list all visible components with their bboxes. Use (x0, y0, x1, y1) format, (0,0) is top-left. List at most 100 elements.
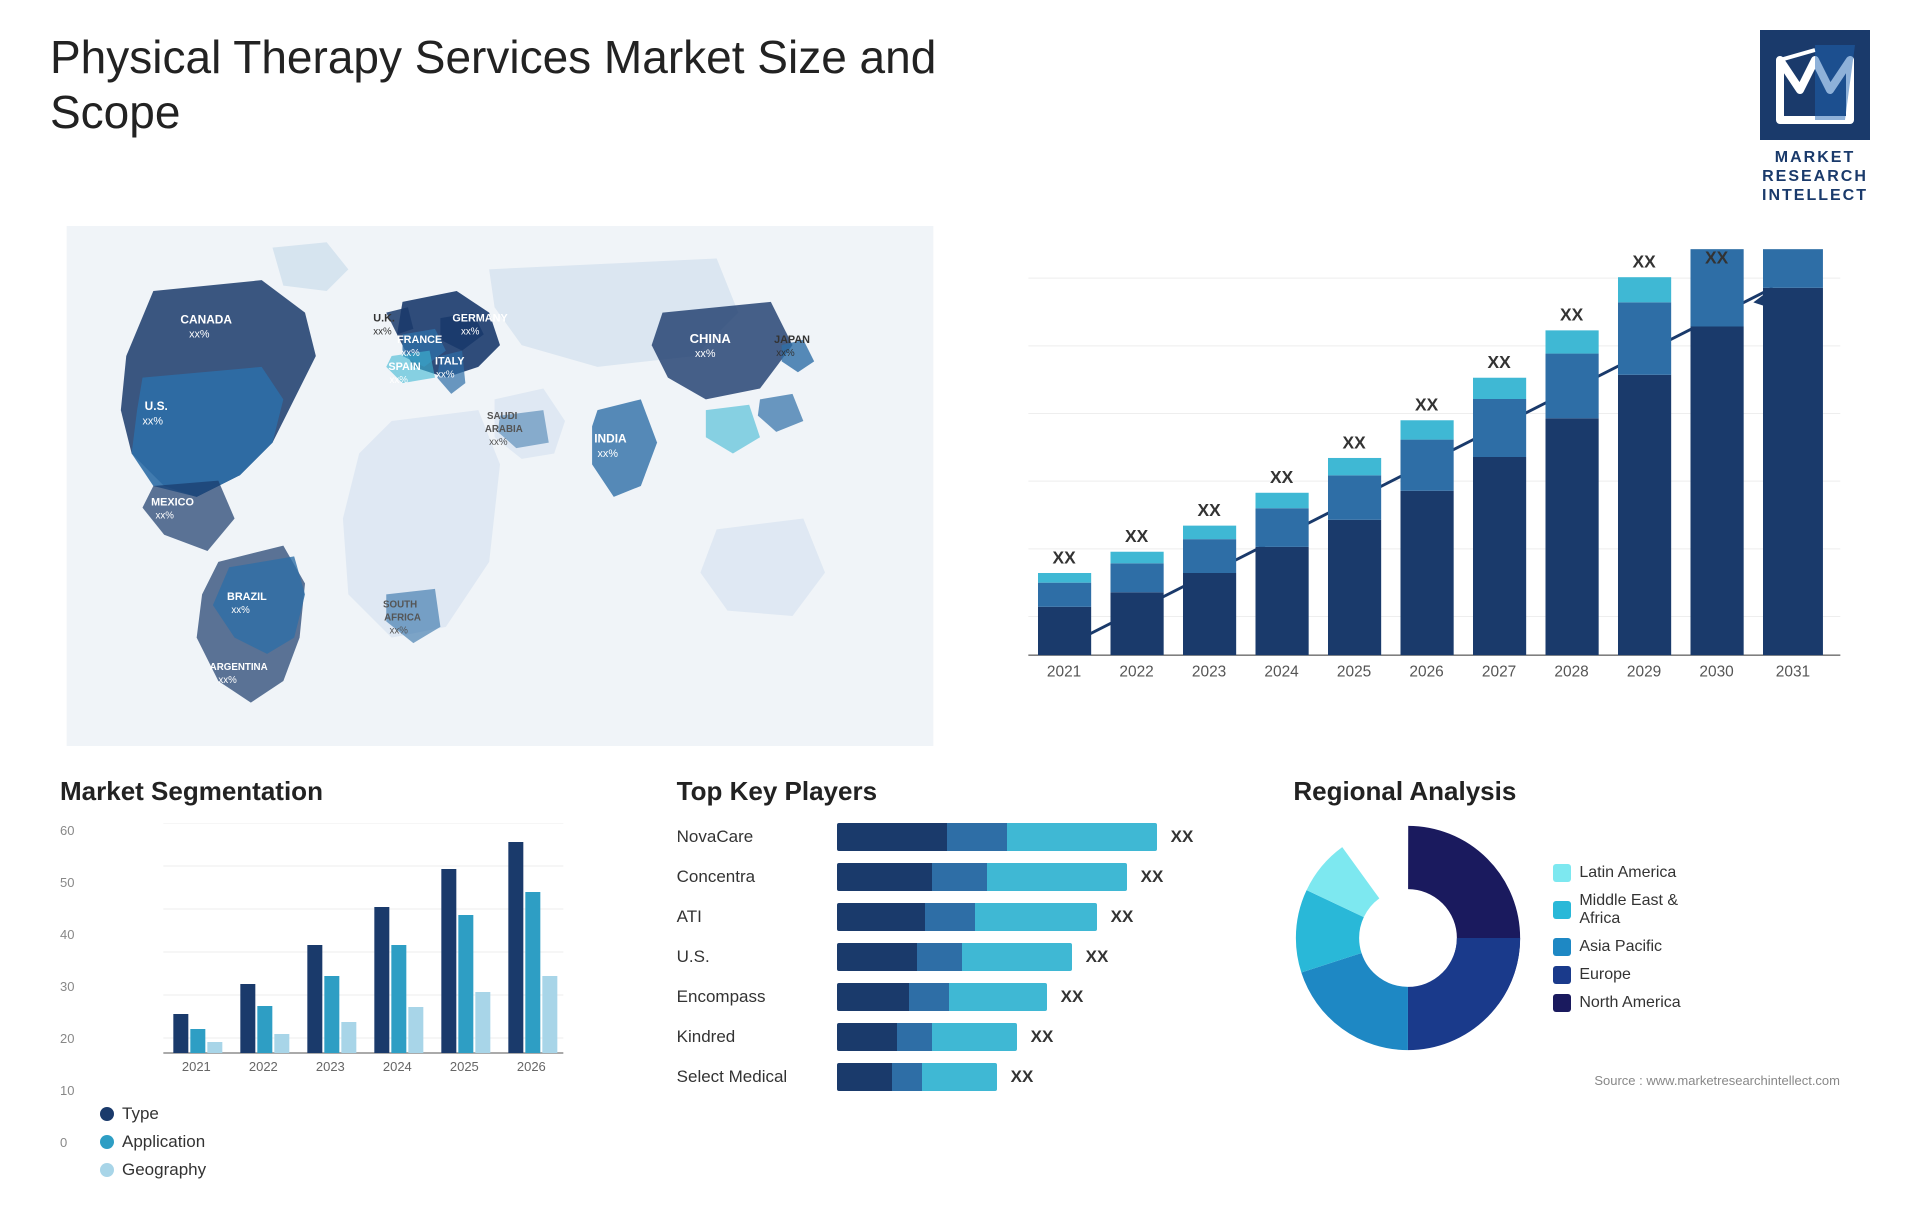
seg-legend-type: Type (100, 1104, 627, 1124)
map-label-italy: ITALY (435, 355, 465, 367)
map-value-japan: xx% (776, 348, 795, 359)
map-label-japan: JAPAN (774, 334, 810, 346)
bar-chart-wrapper: XX 2021 XX 2022 XX 2023 (980, 236, 1850, 736)
player-bar-us-bar (837, 943, 1072, 971)
type-dot (100, 1107, 114, 1121)
map-value-germany: xx% (461, 326, 480, 337)
map-label-saudi2: ARABIA (485, 423, 523, 434)
map-value-france: xx% (401, 348, 420, 359)
svg-text:2023: 2023 (316, 1059, 345, 1074)
logo-container: MARKET RESEARCH INTELLECT (1760, 30, 1870, 206)
header: Physical Therapy Services Market Size an… (50, 30, 1870, 206)
svg-text:2029: 2029 (1627, 663, 1661, 680)
svg-text:2030: 2030 (1699, 663, 1733, 680)
map-value-italy: xx% (436, 369, 455, 380)
map-label-germany: GERMANY (452, 312, 508, 324)
svg-text:XX: XX (1270, 467, 1294, 487)
svg-text:XX: XX (1560, 304, 1584, 324)
legend-label-asia-pacific: Asia Pacific (1579, 938, 1662, 956)
bar-seg2 (892, 1063, 922, 1091)
svg-text:XX: XX (1705, 247, 1729, 267)
bar-seg2 (932, 863, 987, 891)
player-xx-ati: XX (1111, 907, 1134, 927)
svg-text:XX: XX (1415, 394, 1439, 414)
svg-text:2026: 2026 (1409, 663, 1443, 680)
bar-seg2 (909, 983, 949, 1011)
player-bar-ati-bar (837, 903, 1097, 931)
seg-y-50: 50 (60, 875, 74, 890)
map-label-sa: SOUTH (383, 599, 417, 610)
seg-y-30: 30 (60, 979, 74, 994)
svg-text:2022: 2022 (249, 1059, 278, 1074)
player-name-kindred: Kindred (677, 1027, 827, 1047)
svg-text:XX: XX (1125, 526, 1149, 546)
seg-y-0: 0 (60, 1135, 74, 1150)
player-bar-concentra: XX (837, 863, 1244, 891)
legend-rect-latin-america (1553, 864, 1571, 882)
player-name-selectmedical: Select Medical (677, 1067, 827, 1087)
legend-label-europe: Europe (1579, 966, 1631, 984)
svg-text:2024: 2024 (1264, 663, 1299, 680)
svg-text:2027: 2027 (1482, 663, 1516, 680)
map-value-us: xx% (143, 415, 164, 427)
map-label-sa2: AFRICA (384, 612, 421, 623)
map-label-saudi: SAUDI (487, 410, 518, 421)
regional-legend: Latin America Middle East &Africa Asia P… (1553, 864, 1680, 1012)
player-xx-selectmedical: XX (1011, 1067, 1034, 1087)
application-dot (100, 1135, 114, 1149)
player-bar-kindred: XX (837, 1023, 1244, 1051)
bar-seg1 (837, 983, 909, 1011)
map-value-spain: xx% (390, 375, 409, 386)
bar-seg2 (925, 903, 975, 931)
seg-legend-geography-label: Geography (122, 1160, 206, 1180)
bar-seg1 (837, 903, 925, 931)
bar-seg1 (837, 943, 917, 971)
bar-seg1 (837, 863, 932, 891)
svg-text:XX: XX (1197, 500, 1221, 520)
bar-chart-svg: XX 2021 XX 2022 XX 2023 (980, 236, 1850, 736)
player-bar-selectmedical: XX (837, 1063, 1244, 1091)
player-name-concentra: Concentra (677, 867, 827, 887)
map-label-spain: SPAIN (388, 361, 420, 373)
donut-chart (1293, 823, 1523, 1053)
legend-rect-europe (1553, 966, 1571, 984)
map-label-france: FRANCE (397, 334, 442, 346)
player-name-ati: ATI (677, 907, 827, 927)
player-name-us: U.S. (677, 947, 827, 967)
player-bar-kindred-bar (837, 1023, 1017, 1051)
player-bar-ati: XX (837, 903, 1244, 931)
map-value-india: xx% (598, 447, 619, 459)
svg-text:2024: 2024 (383, 1059, 412, 1074)
player-bar-novacare-bar (837, 823, 1157, 851)
bottom-section: Market Segmentation 60 50 40 30 20 10 0 (50, 766, 1870, 1190)
bar-seg2 (947, 823, 1007, 851)
seg-chart-svg: 2021 2022 2023 2024 (100, 823, 627, 1083)
svg-text:XX: XX (1052, 547, 1076, 567)
svg-text:2028: 2028 (1554, 663, 1588, 680)
donut-container: Latin America Middle East &Africa Asia P… (1293, 823, 1860, 1053)
logo-icon (1770, 40, 1860, 130)
page-title: Physical Therapy Services Market Size an… (50, 30, 950, 140)
logo-box (1760, 30, 1870, 140)
player-xx-encompass: XX (1061, 987, 1084, 1007)
player-row-us: U.S. XX (677, 943, 1244, 971)
map-label-mexico: MEXICO (151, 496, 194, 508)
players-list: NovaCare XX Concentra (677, 823, 1244, 1091)
seg-chart-container: 60 50 40 30 20 10 0 (60, 823, 627, 1180)
legend-mea: Middle East &Africa (1553, 892, 1680, 928)
player-bar-encompass-bar (837, 983, 1047, 1011)
legend-rect-north-america (1553, 994, 1571, 1012)
legend-label-north-america: North America (1579, 994, 1680, 1012)
bar-seg1 (837, 1023, 897, 1051)
legend-label-mea: Middle East &Africa (1579, 892, 1678, 928)
legend-north-america: North America (1553, 994, 1680, 1012)
map-label-uk: U.K. (373, 312, 395, 324)
segmentation-title: Market Segmentation (60, 776, 627, 807)
player-xx-us: XX (1086, 947, 1109, 967)
svg-text:2025: 2025 (1337, 663, 1371, 680)
map-value-mexico: xx% (156, 510, 175, 521)
bar-seg3 (962, 943, 1072, 971)
geography-dot (100, 1163, 114, 1177)
legend-rect-asia-pacific (1553, 938, 1571, 956)
map-label-canada: CANADA (180, 312, 232, 326)
